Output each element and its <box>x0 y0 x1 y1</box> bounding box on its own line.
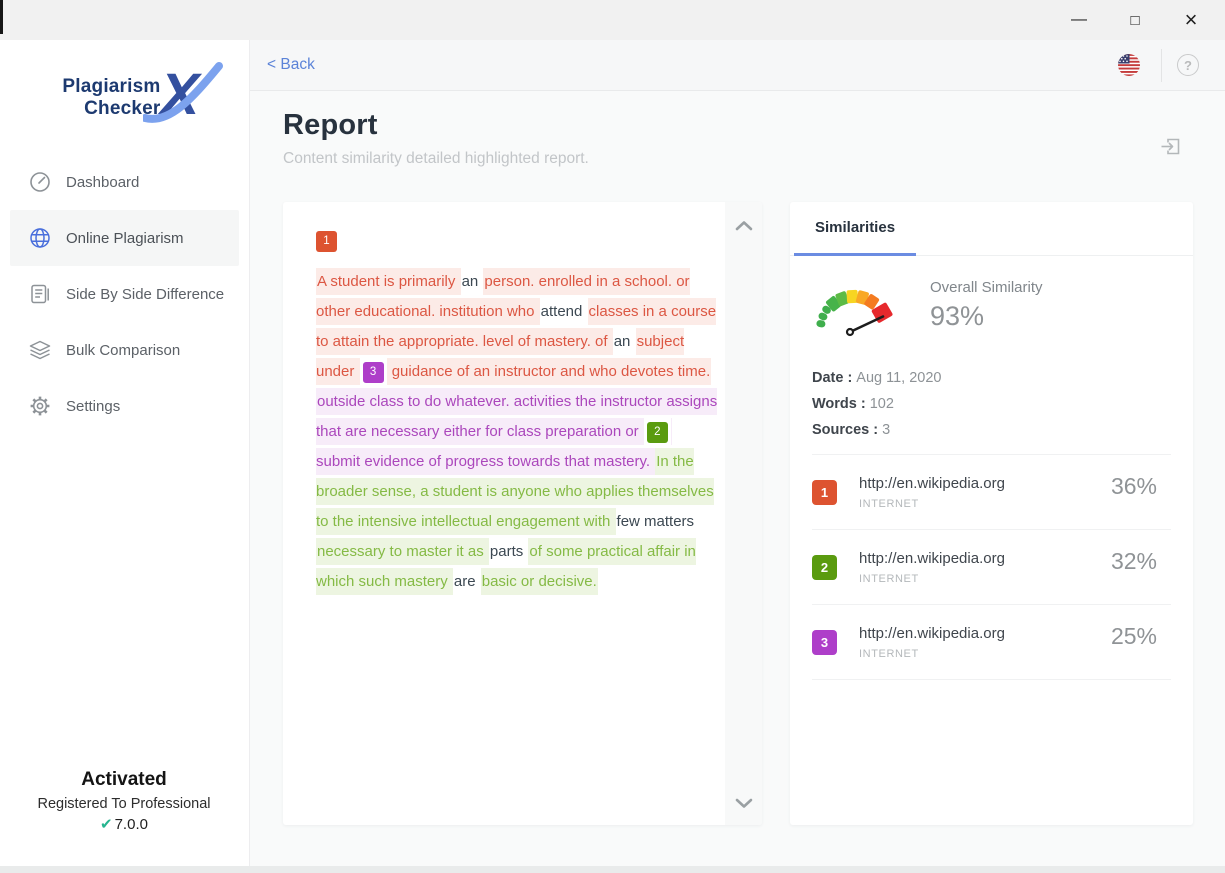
globe-icon <box>28 226 52 250</box>
text-segment: an <box>613 328 636 355</box>
close-button[interactable]: × <box>1163 0 1219 40</box>
activation-status: Activated Registered To Professional ✔7.… <box>0 769 248 833</box>
similarities-panel: Similarities <box>790 202 1193 825</box>
text-segment: attend <box>540 298 588 325</box>
text-segment: an <box>461 268 484 295</box>
text-segment: basic or decisive. <box>481 568 598 595</box>
overall-similarity-row: Overall Similarity 93% <box>812 273 1171 337</box>
source-marker-1[interactable]: 1 <box>316 231 337 252</box>
document-scrollbar[interactable] <box>725 202 762 825</box>
topbar-divider <box>1161 49 1162 82</box>
gear-icon <box>28 394 52 418</box>
minimize-button[interactable]: — <box>1051 0 1107 40</box>
source-marker-3[interactable]: 3 <box>363 362 384 383</box>
scroll-down-icon[interactable] <box>732 791 756 815</box>
main-content: Report Content similarity detailed highl… <box>250 91 1225 866</box>
source-badge-2: 2 <box>812 555 837 580</box>
source-url[interactable]: http://en.wikipedia.org <box>859 550 1005 567</box>
similarities-body: Overall Similarity 93% Date :Aug 11, 202… <box>790 273 1193 680</box>
page-title: Report <box>283 109 378 142</box>
meta-words: Words :102 <box>812 391 1171 417</box>
text-segment: necessary to master it as <box>316 538 489 565</box>
maximize-button[interactable]: □ <box>1107 0 1163 40</box>
export-report-icon[interactable] <box>1159 134 1182 157</box>
meta-sources: Sources :3 <box>812 417 1171 443</box>
source-badge-1: 1 <box>812 480 837 505</box>
source-url[interactable]: http://en.wikipedia.org <box>859 625 1005 642</box>
app-logo: Plagiarism Checker X <box>25 66 225 134</box>
activation-title: Activated <box>0 769 248 791</box>
source-url[interactable]: http://en.wikipedia.org <box>859 475 1005 492</box>
sidebar-item-label: Online Plagiarism <box>66 230 184 247</box>
source-percent: 36% <box>1111 473 1157 500</box>
source-type: INTERNET <box>859 573 1005 585</box>
source-percent: 32% <box>1111 548 1157 575</box>
meta-date: Date :Aug 11, 2020 <box>812 365 1171 391</box>
sidebar-item-side-by-side[interactable]: Side By Side Difference <box>0 266 249 322</box>
language-flag-icon[interactable] <box>1117 53 1141 77</box>
sidebar-item-label: Dashboard <box>66 174 139 191</box>
similarity-gauge-icon <box>812 273 904 337</box>
help-icon[interactable]: ? <box>1177 54 1199 76</box>
window-controls: — □ × <box>1051 0 1219 40</box>
page-subtitle: Content similarity detailed highlighted … <box>283 150 589 168</box>
overall-similarity-label: Overall Similarity <box>930 279 1043 296</box>
source-percent: 25% <box>1111 623 1157 650</box>
source-row-3[interactable]: 3 http://en.wikipedia.org INTERNET 25% <box>812 605 1171 680</box>
window-bottom-edge <box>0 866 1225 873</box>
activation-registered: Registered To Professional <box>0 796 248 812</box>
check-icon: ✔ <box>100 816 113 833</box>
text-segment: A student is primarily <box>316 268 461 295</box>
scroll-up-icon[interactable] <box>732 214 756 238</box>
source-type: INTERNET <box>859 498 1005 510</box>
window-edge <box>0 0 3 34</box>
back-button[interactable]: < Back <box>267 40 315 90</box>
sidebar-item-label: Settings <box>66 398 120 415</box>
sidebar-item-label: Bulk Comparison <box>66 342 180 359</box>
document-icon <box>28 282 52 306</box>
source-badge-3: 3 <box>812 630 837 655</box>
text-segment: few matters <box>616 508 696 535</box>
logo-swoosh-icon <box>143 62 223 128</box>
tab-similarities[interactable]: Similarities <box>794 202 916 256</box>
source-row-1[interactable]: 1 http://en.wikipedia.org INTERNET 36% <box>812 455 1171 530</box>
source-row-2[interactable]: 2 http://en.wikipedia.org INTERNET 32% <box>812 530 1171 605</box>
source-marker-2[interactable]: 2 <box>647 422 668 443</box>
report-document-panel: 1A student is primarily an person. enrol… <box>283 202 762 825</box>
report-meta: Date :Aug 11, 2020 Words :102 Sources :3 <box>812 365 1171 455</box>
sidebar-nav: Dashboard Online Plagiarism Side By <box>0 154 249 434</box>
sidebar-item-settings[interactable]: Settings <box>0 378 249 434</box>
report-text: 1A student is primarily an person. enrol… <box>316 226 720 597</box>
text-segment: guidance of an instructor and who devote… <box>387 358 712 385</box>
version-number: 7.0.0 <box>115 816 148 833</box>
sidebar-item-label: Side By Side Difference <box>66 286 224 303</box>
activation-version: ✔7.0.0 <box>0 815 248 833</box>
source-marker-row: 1 <box>316 226 720 256</box>
sidebar-item-dashboard[interactable]: Dashboard <box>0 154 249 210</box>
sidebar: Plagiarism Checker X Dashboard <box>0 40 250 867</box>
text-segment: are <box>453 568 481 595</box>
top-bar: < Back ? <box>250 40 1225 91</box>
source-type: INTERNET <box>859 648 1005 660</box>
layers-icon <box>28 338 52 362</box>
title-bar: — □ × <box>0 0 1225 40</box>
similarities-header: Similarities <box>790 202 1193 256</box>
sidebar-item-bulk-comparison[interactable]: Bulk Comparison <box>0 322 249 378</box>
overall-similarity-value: 93% <box>930 301 1043 332</box>
text-segment: parts <box>489 538 529 565</box>
sidebar-item-online-plagiarism[interactable]: Online Plagiarism <box>10 210 239 266</box>
gauge-icon <box>28 170 52 194</box>
